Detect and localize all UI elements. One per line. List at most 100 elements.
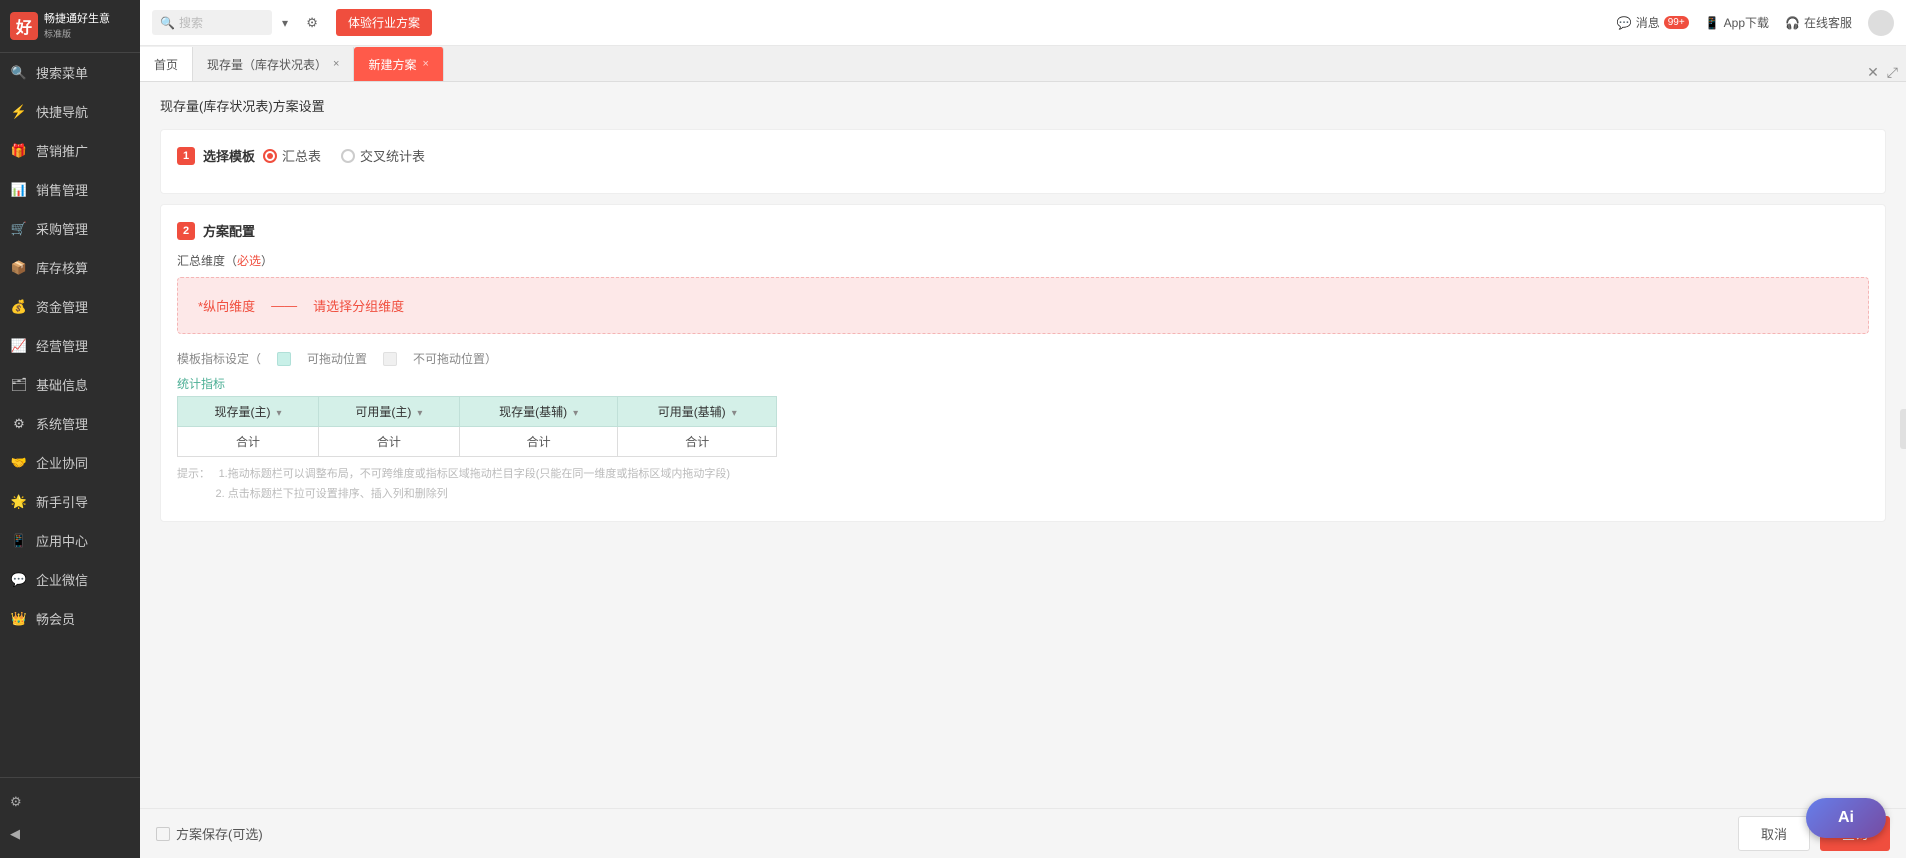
sidebar-icon-7: 📈 <box>10 337 28 355</box>
panel-resize-handle[interactable] <box>1900 409 1906 449</box>
sidebar-label-7: 经营管理 <box>36 336 88 355</box>
app-download-label: App下载 <box>1724 14 1769 31</box>
col-dropdown-1[interactable]: ▾ <box>417 408 422 419</box>
section2-header: 2 方案配置 <box>177 221 1869 240</box>
sidebar-item-2[interactable]: 🎁营销推广 <box>0 131 140 170</box>
sidebar-item-11[interactable]: 🌟新手引导 <box>0 482 140 521</box>
metric-col-3[interactable]: 可用量(基辅)▾ <box>618 397 777 427</box>
metric-legend: 模板指标设定（ 可拖动位置 不可拖动位置） <box>177 350 1869 367</box>
tab-new-plan-close[interactable]: × <box>422 58 428 70</box>
sidebar-item-10[interactable]: 🤝企业协同 <box>0 443 140 482</box>
topbar-search[interactable]: 🔍 搜索 <box>152 10 272 35</box>
hint-text-2: 2. 点击标题栏下拉可设置排序、插入列和删除列 <box>216 488 448 500</box>
section2-label: 方案配置 <box>203 221 255 240</box>
sidebar-item-12[interactable]: 📱 应用中心 <box>0 521 140 560</box>
radio-cross-table[interactable]: 交叉统计表 <box>341 146 425 165</box>
sidebar-icon-6: 💰 <box>10 298 28 316</box>
dimension-area[interactable]: *纵向维度 —— 请选择分组维度 <box>177 277 1869 334</box>
ai-fab-button[interactable]: Ai <box>1806 798 1886 838</box>
tab-home[interactable]: 首页 <box>140 47 193 81</box>
tab-inventory-status[interactable]: 现存量（库存状况表） × <box>193 47 354 81</box>
cancel-button[interactable]: 取消 <box>1738 816 1810 851</box>
sidebar-item-9[interactable]: ⚙系统管理 <box>0 404 140 443</box>
asterisk: * <box>198 299 203 314</box>
message-btn[interactable]: 💬 消息 99+ <box>1617 14 1689 31</box>
save-checkbox[interactable] <box>156 827 170 841</box>
sidebar-label-1: 快捷导航 <box>36 102 88 121</box>
section-plan-config: 2 方案配置 汇总维度（必选） *纵向维度 —— 请选择分组维度 模板指标设定（… <box>160 204 1886 522</box>
main-area: 🔍 搜索 ▾ ⚙ 体验行业方案 💬 消息 99+ 📱 App下载 🎧 在线客服 <box>140 0 1906 858</box>
dimension-dash: —— <box>271 298 297 313</box>
expand-win-btn[interactable]: ⤢ <box>1887 64 1898 81</box>
hint-line-2: 2. 点击标题栏下拉可设置排序、插入列和删除列 <box>177 485 1869 505</box>
sidebar-item-3[interactable]: 📊销售管理 <box>0 170 140 209</box>
app-download-btn[interactable]: 📱 App下载 <box>1705 14 1769 31</box>
sidebar-icon-11: 🌟 <box>10 493 28 511</box>
online-service-btn[interactable]: 🎧 在线客服 <box>1785 14 1852 31</box>
dimension-placeholder: 请选择分组维度 <box>313 296 404 315</box>
sidebar-label-9: 系统管理 <box>36 414 88 433</box>
metric-col-0[interactable]: 现存量(主)▾ <box>178 397 319 427</box>
col-dropdown-3[interactable]: ▾ <box>732 408 737 419</box>
topbar-right: 💬 消息 99+ 📱 App下载 🎧 在线客服 <box>1617 10 1894 36</box>
dimension-required-mark: 必选 <box>237 254 261 268</box>
sidebar-label-12: 应用中心 <box>36 531 88 550</box>
sidebar-icon-2: 🎁 <box>10 142 28 160</box>
search-text: 搜索 <box>179 14 203 31</box>
tabbar: 首页 现存量（库存状况表） × 新建方案 × ✕ ⤢ <box>140 46 1906 82</box>
sidebar-item-14[interactable]: 👑畅会员 <box>0 599 140 638</box>
logo-icon: 好 <box>10 12 38 40</box>
tab-inventory-close[interactable]: × <box>333 58 339 70</box>
metric-col-1[interactable]: 可用量(主)▾ <box>318 397 459 427</box>
user-avatar[interactable] <box>1868 10 1894 36</box>
metric-config-area: 模板指标设定（ 可拖动位置 不可拖动位置） 统计指标 现存量(主)▾可用量(主)… <box>177 350 1869 457</box>
topbar-gear[interactable]: ⚙ <box>298 9 326 37</box>
online-service-label: 在线客服 <box>1804 14 1852 31</box>
tab-new-plan[interactable]: 新建方案 × <box>354 47 443 81</box>
col-dropdown-0[interactable]: ▾ <box>276 408 281 419</box>
collapse-icon: ◀ <box>10 826 20 842</box>
headset-icon: 🎧 <box>1785 16 1800 30</box>
metric-label-text: 模板指标设定（ <box>177 350 261 367</box>
tab-home-label: 首页 <box>154 56 178 73</box>
sidebar-item-5[interactable]: 📦库存核算 <box>0 248 140 287</box>
topbar: 🔍 搜索 ▾ ⚙ 体验行业方案 💬 消息 99+ 📱 App下载 🎧 在线客服 <box>140 0 1906 46</box>
sidebar-item-1[interactable]: ⚡快捷导航 <box>0 92 140 131</box>
sidebar-label-14: 畅会员 <box>36 609 75 628</box>
col-dropdown-2[interactable]: ▾ <box>573 408 578 419</box>
gear-icon: ⚙ <box>306 15 318 31</box>
topbar-dropdown[interactable]: ▾ <box>282 16 288 30</box>
section-template: 1 选择模板 汇总表 交叉统计表 <box>160 129 1886 194</box>
page-title: 现存量(库存状况表)方案设置 <box>160 96 1886 115</box>
settings-icon: ⚙ <box>10 794 22 810</box>
section1-label: 选择模板 <box>203 146 255 165</box>
sidebar-item-4[interactable]: 🛒采购管理 <box>0 209 140 248</box>
sidebar-label-6: 资金管理 <box>36 297 88 316</box>
industry-btn[interactable]: 体验行业方案 <box>336 9 432 36</box>
sidebar-item-7[interactable]: 📈 经营管理 <box>0 326 140 365</box>
hint-section: 提示： 1.拖动标题栏可以调整布局，不可跨维度或指标区域拖动栏目字段(只能在同一… <box>177 465 1869 505</box>
sidebar-icon-12: 📱 <box>10 532 28 550</box>
metric-col-2[interactable]: 现存量(基辅)▾ <box>459 397 618 427</box>
message-badge: 99+ <box>1664 16 1689 29</box>
sidebar-item-8[interactable]: 🗂基础信息 <box>0 365 140 404</box>
sidebar-item-6[interactable]: 💰 资金管理 <box>0 287 140 326</box>
sidebar-collapse[interactable]: ◀ <box>0 818 140 850</box>
sidebar-item-13[interactable]: 💬企业微信 <box>0 560 140 599</box>
legend-fixed-box <box>383 352 397 366</box>
metric-table-header-row: 现存量(主)▾可用量(主)▾现存量(基辅)▾可用量(基辅)▾ <box>178 397 777 427</box>
footer-save-check[interactable]: 方案保存(可选) <box>156 824 263 843</box>
sidebar-settings[interactable]: ⚙ <box>0 786 140 818</box>
metric-cell-3: 合计 <box>618 427 777 457</box>
sidebar-icon-13: 💬 <box>10 571 28 589</box>
close-win-btn[interactable]: ✕ <box>1867 64 1879 81</box>
sidebar-item-0[interactable]: 🔍搜索菜单 <box>0 53 140 92</box>
sidebar-label-0: 搜索菜单 <box>36 63 88 82</box>
hint-title: 提示： <box>177 468 216 480</box>
hint-text-1: 1.拖动标题栏可以调整布局，不可跨维度或指标区域拖动栏目字段(只能在同一维度或指… <box>219 468 731 480</box>
radio-summary-table[interactable]: 汇总表 <box>263 146 321 165</box>
sidebar-label-5: 库存核算 <box>36 258 88 277</box>
dimension-required-label: *纵向维度 <box>198 296 255 315</box>
section1-header: 1 选择模板 汇总表 交叉统计表 <box>177 146 1869 165</box>
metric-table: 现存量(主)▾可用量(主)▾现存量(基辅)▾可用量(基辅)▾ 合计合计合计合计 <box>177 396 777 457</box>
